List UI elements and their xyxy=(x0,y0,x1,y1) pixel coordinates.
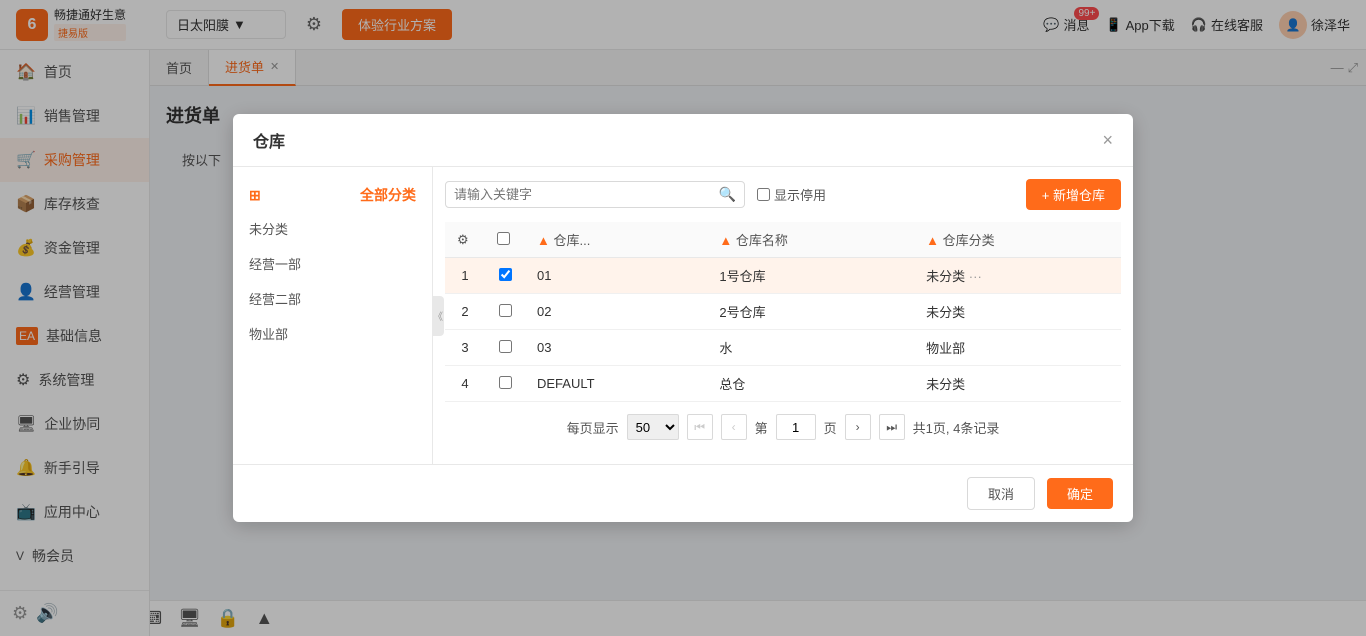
prev-page-button[interactable]: ‹ xyxy=(721,414,747,440)
table-header: ⚙ ▲ 仓库... ▲ 仓库名称 ▲ 仓库分类 xyxy=(445,222,1121,258)
per-page-label: 每页显示 xyxy=(567,418,619,437)
page-number-input[interactable] xyxy=(776,414,816,440)
select-all-checkbox[interactable] xyxy=(497,232,510,245)
table-row[interactable]: 4 DEFAULT 总仓 未分类 xyxy=(445,366,1121,402)
warehouse-table: ⚙ ▲ 仓库... ▲ 仓库名称 ▲ 仓库分类 1 01 xyxy=(445,222,1121,402)
show-disabled-label[interactable]: 显示停用 xyxy=(757,185,826,204)
row-cb-1[interactable] xyxy=(485,258,525,294)
row-cb-4[interactable] xyxy=(485,366,525,402)
th-gear[interactable]: ⚙ xyxy=(445,222,485,258)
row-cb-2[interactable] xyxy=(485,294,525,330)
total-label: 共1页, 4条记录 xyxy=(913,418,1000,437)
content-panel: 🔍 显示停用 + 新增仓库 ⚙ xyxy=(433,167,1133,464)
warehouse-modal: 仓库 × ⊞ 全部分类 未分类 经营一部 经营二部 物业部 《 xyxy=(233,114,1133,522)
modal-header: 仓库 × xyxy=(233,114,1133,167)
cancel-button[interactable]: 取消 xyxy=(967,477,1035,510)
add-warehouse-button[interactable]: + 新增仓库 xyxy=(1026,179,1121,210)
sort-icon-cat: ▲ xyxy=(926,233,939,248)
page-suffix: 页 xyxy=(824,418,837,437)
modal-overlay: 仓库 × ⊞ 全部分类 未分类 经营一部 经营二部 物业部 《 xyxy=(0,0,1366,636)
last-page-button[interactable]: ⏭ xyxy=(879,414,905,440)
category-operations-1[interactable]: 经营一部 xyxy=(233,246,432,281)
row-more-1[interactable]: ··· xyxy=(969,269,982,284)
row-num-2: 2 xyxy=(445,294,485,330)
row-code-3: 03 xyxy=(525,330,707,366)
search-box: 🔍 xyxy=(445,181,745,208)
row-cat-4: 未分类 xyxy=(914,366,1121,402)
category-unclassified[interactable]: 未分类 xyxy=(233,211,432,246)
row-code-2: 02 xyxy=(525,294,707,330)
all-categories-label: 全部分类 xyxy=(360,185,416,205)
table-row[interactable]: 3 03 水 物业部 xyxy=(445,330,1121,366)
confirm-button[interactable]: 确定 xyxy=(1047,478,1113,509)
row-code-1: 01 xyxy=(525,258,707,294)
row-gear-1: 1 xyxy=(445,258,485,294)
row-code-4: DEFAULT xyxy=(525,366,707,402)
search-icon: 🔍 xyxy=(719,186,736,203)
pagination: 每页显示 50 10 20 100 ⏮ ‹ 第 页 › ⏭ 共1页, 4条记录 xyxy=(445,402,1121,452)
row-num-3: 3 xyxy=(445,330,485,366)
category-panel: ⊞ 全部分类 未分类 经营一部 经营二部 物业部 《 xyxy=(233,167,433,464)
th-name[interactable]: ▲ 仓库名称 xyxy=(707,222,914,258)
page-label: 第 xyxy=(755,418,768,437)
category-property[interactable]: 物业部 xyxy=(233,316,432,351)
show-disabled-checkbox[interactable] xyxy=(757,188,770,201)
table-body: 1 01 1号仓库 未分类 ··· 2 02 2号仓库 xyxy=(445,258,1121,402)
modal-footer: 取消 确定 xyxy=(233,464,1133,522)
sort-icon-name: ▲ xyxy=(719,233,732,248)
row-cat-3: 物业部 xyxy=(914,330,1121,366)
row-num-4: 4 xyxy=(445,366,485,402)
th-category[interactable]: ▲ 仓库分类 xyxy=(914,222,1121,258)
row-cat-1: 未分类 ··· xyxy=(914,258,1121,294)
modal-title: 仓库 xyxy=(253,128,285,152)
row-cb-3[interactable] xyxy=(485,330,525,366)
th-code[interactable]: ▲ 仓库... xyxy=(525,222,707,258)
row-name-1: 1号仓库 xyxy=(707,258,914,294)
row-name-3: 水 xyxy=(707,330,914,366)
table-row[interactable]: 1 01 1号仓库 未分类 ··· xyxy=(445,258,1121,294)
category-operations-2[interactable]: 经营二部 xyxy=(233,281,432,316)
collapse-category-button[interactable]: 《 xyxy=(432,296,444,336)
modal-body: ⊞ 全部分类 未分类 经营一部 经营二部 物业部 《 🔍 xyxy=(233,167,1133,464)
next-page-button[interactable]: › xyxy=(845,414,871,440)
all-categories-item[interactable]: ⊞ 全部分类 xyxy=(233,179,432,211)
modal-toolbar: 🔍 显示停用 + 新增仓库 xyxy=(445,179,1121,210)
th-checkbox[interactable] xyxy=(485,222,525,258)
first-page-button[interactable]: ⏮ xyxy=(687,414,713,440)
sort-icon: ▲ xyxy=(537,233,550,248)
table-row[interactable]: 2 02 2号仓库 未分类 xyxy=(445,294,1121,330)
search-input[interactable] xyxy=(454,187,719,202)
show-disabled-text: 显示停用 xyxy=(774,185,826,204)
row-name-4: 总仓 xyxy=(707,366,914,402)
row-name-2: 2号仓库 xyxy=(707,294,914,330)
modal-close-button[interactable]: × xyxy=(1102,130,1113,151)
row-cat-2: 未分类 xyxy=(914,294,1121,330)
grid-icon: ⊞ xyxy=(249,187,261,204)
per-page-select[interactable]: 50 10 20 100 xyxy=(627,414,679,440)
table-container: ⚙ ▲ 仓库... ▲ 仓库名称 ▲ 仓库分类 1 01 xyxy=(445,222,1121,402)
